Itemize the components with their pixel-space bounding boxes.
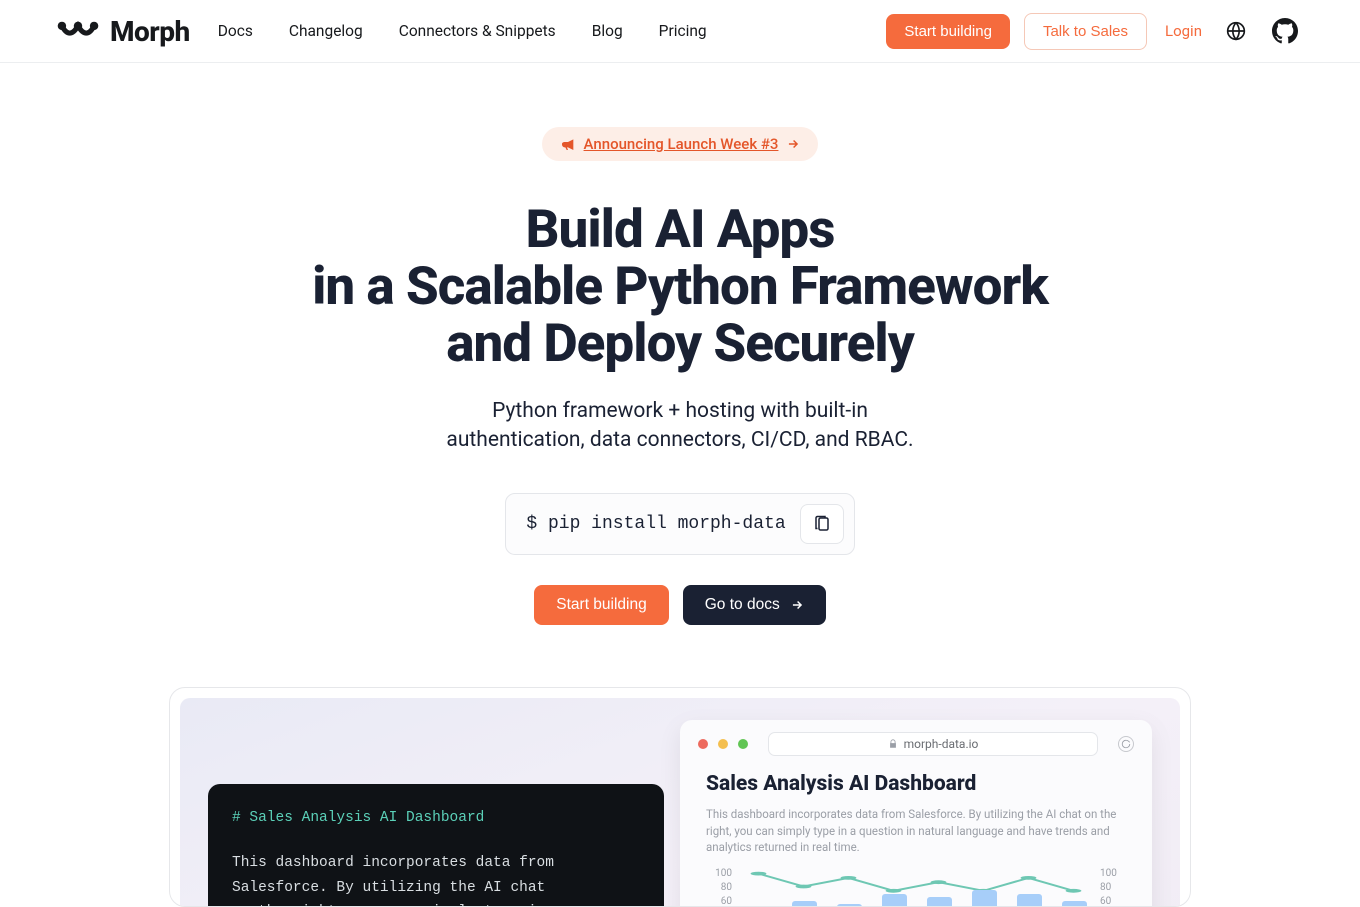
code-body-line2: Salesforce. By utilizing the AI chat	[232, 876, 640, 901]
refresh-icon	[1118, 736, 1134, 752]
chart-bar	[972, 890, 997, 907]
announcement-pill[interactable]: Announcing Launch Week #3	[542, 127, 819, 161]
dashboard-title: Sales Analysis AI Dashboard	[706, 772, 1126, 796]
code-body-line3: on the right, you can simply type in	[232, 900, 640, 907]
dashboard-chart: 1008060 1008060	[706, 873, 1126, 907]
github-icon	[1272, 18, 1298, 44]
y-tick-label: 100	[706, 868, 732, 879]
dashboard-chrome: morph-data.io	[680, 720, 1152, 768]
dashboard-window: morph-data.io Sales Analysis AI Dashboar…	[680, 720, 1152, 907]
install-command-text: $ pip install morph-data	[526, 514, 785, 534]
start-building-header-button[interactable]: Start building	[886, 14, 1010, 49]
y-tick-label: 80	[1100, 882, 1126, 893]
go-to-docs-button[interactable]: Go to docs	[683, 585, 826, 625]
nav-changelog[interactable]: Changelog	[289, 22, 363, 40]
globe-icon	[1226, 21, 1246, 41]
code-title: # Sales Analysis AI Dashboard	[232, 806, 640, 831]
code-window: # Sales Analysis AI Dashboard This dashb…	[208, 784, 664, 907]
showcase-background: # Sales Analysis AI Dashboard This dashb…	[180, 698, 1180, 907]
url-bar: morph-data.io	[768, 732, 1098, 756]
chart-bar	[792, 901, 817, 907]
go-to-docs-label: Go to docs	[705, 596, 780, 614]
hero-subtitle: Python framework + hosting with built-in…	[20, 397, 1340, 456]
logo[interactable]: Morph	[56, 15, 190, 48]
header-right: Start building Talk to Sales Login	[886, 12, 1304, 50]
chart-bar	[1062, 901, 1087, 907]
site-header: Morph Docs Changelog Connectors & Snippe…	[0, 0, 1360, 63]
start-building-button[interactable]: Start building	[534, 585, 668, 625]
chart-line	[736, 865, 1096, 907]
y-tick-label: 60	[706, 896, 732, 907]
chart-plot-area	[736, 873, 1096, 907]
chart-bar	[1017, 894, 1042, 907]
nav-docs[interactable]: Docs	[218, 22, 253, 40]
y-tick-label: 80	[706, 882, 732, 893]
y-tick-label: 60	[1100, 896, 1126, 907]
logo-mark-icon	[56, 20, 100, 42]
y-axis-right: 1008060	[1100, 873, 1126, 907]
showcase-frame: # Sales Analysis AI Dashboard This dashb…	[169, 687, 1191, 907]
megaphone-icon	[560, 136, 576, 152]
dashboard-description: This dashboard incorporates data from Sa…	[706, 806, 1126, 854]
nav-pricing[interactable]: Pricing	[659, 22, 707, 40]
nav-connectors[interactable]: Connectors & Snippets	[399, 22, 556, 40]
hero-h1-line1: Build AI Apps	[526, 198, 835, 260]
header-left: Morph Docs Changelog Connectors & Snippe…	[56, 15, 707, 48]
talk-to-sales-button[interactable]: Talk to Sales	[1024, 13, 1147, 50]
install-command-box: $ pip install morph-data	[505, 493, 854, 555]
hero-sub-line2: authentication, data connectors, CI/CD, …	[446, 428, 913, 452]
hero-h1-line2: in a Scalable Python Framework	[312, 255, 1048, 317]
login-link[interactable]: Login	[1165, 22, 1202, 40]
nav-blog[interactable]: Blog	[592, 22, 623, 40]
chart-bar	[882, 894, 907, 907]
code-body-line1: This dashboard incorporates data from	[232, 851, 640, 876]
language-button[interactable]	[1220, 15, 1252, 47]
clipboard-icon	[813, 515, 831, 533]
chart-bar	[927, 897, 952, 907]
arrow-right-icon	[786, 137, 800, 151]
hero-h1-line3: and Deploy Securely	[446, 312, 914, 374]
arrow-right-icon	[790, 598, 804, 612]
y-axis-left: 1008060	[706, 873, 732, 907]
url-text: morph-data.io	[904, 737, 979, 751]
logo-text: Morph	[110, 15, 190, 48]
hero-heading: Build AI Apps in a Scalable Python Frame…	[20, 201, 1340, 373]
github-button[interactable]	[1266, 12, 1304, 50]
announcement-text: Announcing Launch Week #3	[584, 135, 779, 153]
hero-ctas: Start building Go to docs	[20, 585, 1340, 625]
hero: Announcing Launch Week #3 Build AI Apps …	[0, 63, 1360, 625]
traffic-light-zoom-icon	[738, 739, 748, 749]
lock-icon	[888, 739, 898, 749]
copy-install-button[interactable]	[800, 504, 844, 544]
main-nav: Docs Changelog Connectors & Snippets Blo…	[218, 22, 707, 40]
traffic-light-minimize-icon	[718, 739, 728, 749]
traffic-light-close-icon	[698, 739, 708, 749]
hero-sub-line1: Python framework + hosting with built-in	[492, 399, 868, 423]
y-tick-label: 100	[1100, 868, 1126, 879]
dashboard-body: Sales Analysis AI Dashboard This dashboa…	[680, 768, 1152, 907]
